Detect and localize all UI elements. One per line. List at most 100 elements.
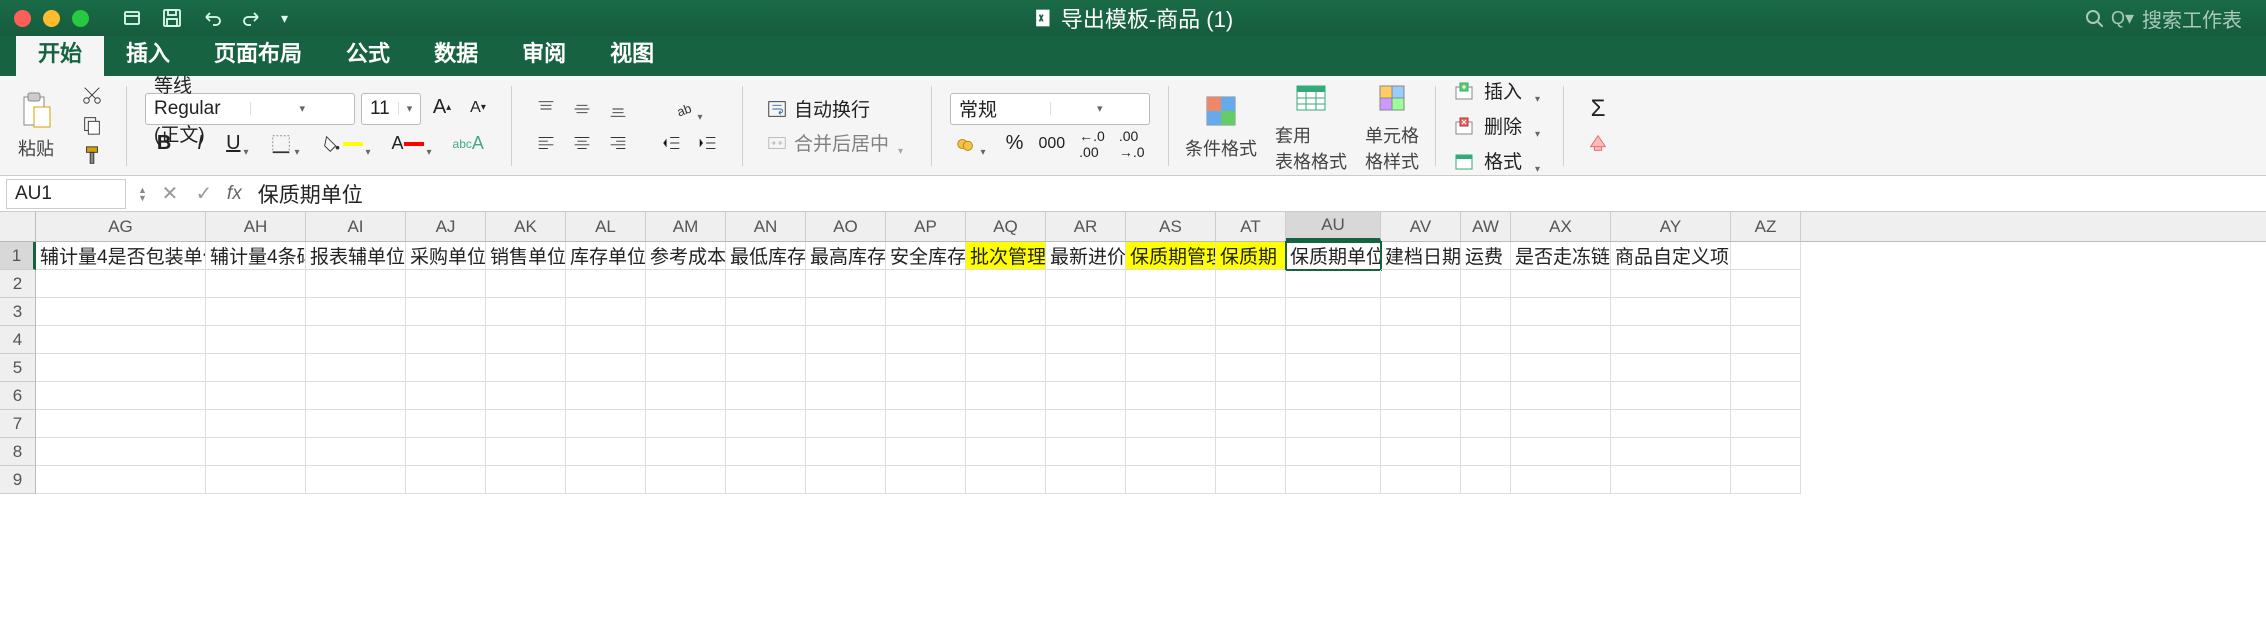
bold-button[interactable]: B xyxy=(149,129,179,159)
cell-AJ8[interactable] xyxy=(406,438,486,466)
underline-button[interactable]: U xyxy=(221,129,258,159)
font-name-combo[interactable]: 等线 Regular (正文)▾ xyxy=(145,93,355,125)
cell-AR2[interactable] xyxy=(1046,270,1126,298)
fill-color-button[interactable] xyxy=(316,129,381,159)
decrease-decimal-button[interactable]: .00→.0 xyxy=(1114,129,1150,159)
format-as-table-button[interactable]: 套用 表格格式 xyxy=(1269,74,1353,178)
cell-AM9[interactable] xyxy=(646,466,726,494)
cell-AM1[interactable]: 参考成本 xyxy=(646,242,726,270)
cell-AG7[interactable] xyxy=(36,410,206,438)
cell-AY9[interactable] xyxy=(1611,466,1731,494)
align-top-button[interactable] xyxy=(530,94,562,124)
cell-AR1[interactable]: 最新进价 xyxy=(1046,242,1126,270)
insert-cells-button[interactable]: 插入 xyxy=(1454,75,1545,106)
delete-cells-button[interactable]: 删除 xyxy=(1454,110,1545,141)
cell-AQ6[interactable] xyxy=(966,382,1046,410)
phonetic-button[interactable]: abcA xyxy=(448,129,489,159)
cell-AR5[interactable] xyxy=(1046,354,1126,382)
cell-AO4[interactable] xyxy=(806,326,886,354)
cell-AP5[interactable] xyxy=(886,354,966,382)
cell-AX2[interactable] xyxy=(1511,270,1611,298)
cell-AH7[interactable] xyxy=(206,410,306,438)
name-box-arrows[interactable]: ▲▼ xyxy=(132,186,153,202)
cell-AK8[interactable] xyxy=(486,438,566,466)
cancel-formula-button[interactable]: ✕ xyxy=(153,181,187,206)
cell-AM4[interactable] xyxy=(646,326,726,354)
percent-format-button[interactable]: % xyxy=(999,129,1029,159)
cell-AV3[interactable] xyxy=(1381,298,1461,326)
cell-AK3[interactable] xyxy=(486,298,566,326)
cell-AT1[interactable]: 保质期 xyxy=(1216,242,1286,270)
cell-AG9[interactable] xyxy=(36,466,206,494)
cell-AI6[interactable] xyxy=(306,382,406,410)
row-header-5[interactable]: 5 xyxy=(0,354,36,382)
cell-AH2[interactable] xyxy=(206,270,306,298)
cell-AN6[interactable] xyxy=(726,382,806,410)
name-box[interactable]: AU1 xyxy=(6,179,126,209)
col-header-AP[interactable]: AP xyxy=(886,212,966,241)
cell-AS6[interactable] xyxy=(1126,382,1216,410)
align-center-button[interactable] xyxy=(566,128,598,158)
cell-AO1[interactable]: 最高库存 xyxy=(806,242,886,270)
cell-AP1[interactable]: 安全库存 xyxy=(886,242,966,270)
cell-AP7[interactable] xyxy=(886,410,966,438)
cell-AY5[interactable] xyxy=(1611,354,1731,382)
col-header-AL[interactable]: AL xyxy=(566,212,646,241)
cell-AQ4[interactable] xyxy=(966,326,1046,354)
cell-AU7[interactable] xyxy=(1286,410,1381,438)
cell-AJ3[interactable] xyxy=(406,298,486,326)
row-header-2[interactable]: 2 xyxy=(0,270,36,298)
cell-AH6[interactable] xyxy=(206,382,306,410)
cell-AJ7[interactable] xyxy=(406,410,486,438)
decrease-indent-button[interactable] xyxy=(656,128,688,158)
row-header-8[interactable]: 8 xyxy=(0,438,36,466)
col-header-AX[interactable]: AX xyxy=(1511,212,1611,241)
cell-AI9[interactable] xyxy=(306,466,406,494)
cell-AY1[interactable]: 商品自定义项 xyxy=(1611,242,1731,270)
col-header-AO[interactable]: AO xyxy=(806,212,886,241)
cell-AM6[interactable] xyxy=(646,382,726,410)
cell-AJ6[interactable] xyxy=(406,382,486,410)
cell-AV1[interactable]: 建档日期 xyxy=(1381,242,1461,270)
cell-AT3[interactable] xyxy=(1216,298,1286,326)
cell-AR6[interactable] xyxy=(1046,382,1126,410)
cell-AS1[interactable]: 保质期管理 xyxy=(1126,242,1216,270)
cell-AK5[interactable] xyxy=(486,354,566,382)
cell-AI7[interactable] xyxy=(306,410,406,438)
cell-AU3[interactable] xyxy=(1286,298,1381,326)
col-header-AU[interactable]: AU xyxy=(1286,212,1381,241)
cell-AI2[interactable] xyxy=(306,270,406,298)
cell-AV5[interactable] xyxy=(1381,354,1461,382)
cell-AJ5[interactable] xyxy=(406,354,486,382)
accounting-format-button[interactable] xyxy=(950,129,995,159)
cell-AT7[interactable] xyxy=(1216,410,1286,438)
col-header-AQ[interactable]: AQ xyxy=(966,212,1046,241)
col-header-AZ[interactable]: AZ xyxy=(1731,212,1801,241)
cell-AR4[interactable] xyxy=(1046,326,1126,354)
formula-input[interactable]: 保质期单位 xyxy=(248,179,2266,209)
cell-AQ9[interactable] xyxy=(966,466,1046,494)
cell-AZ2[interactable] xyxy=(1731,270,1801,298)
cell-AL4[interactable] xyxy=(566,326,646,354)
cell-AJ2[interactable] xyxy=(406,270,486,298)
cell-AH1[interactable]: 辅计量4条码 xyxy=(206,242,306,270)
cell-AX8[interactable] xyxy=(1511,438,1611,466)
cell-AX4[interactable] xyxy=(1511,326,1611,354)
format-cells-button[interactable]: 格式 xyxy=(1454,145,1545,176)
cell-AM2[interactable] xyxy=(646,270,726,298)
cell-AV7[interactable] xyxy=(1381,410,1461,438)
number-format-combo[interactable]: 常规▾ xyxy=(950,93,1150,125)
cell-AN5[interactable] xyxy=(726,354,806,382)
cell-AL5[interactable] xyxy=(566,354,646,382)
italic-button[interactable]: I xyxy=(185,129,215,159)
col-header-AJ[interactable]: AJ xyxy=(406,212,486,241)
cell-AU6[interactable] xyxy=(1286,382,1381,410)
cell-AG5[interactable] xyxy=(36,354,206,382)
cell-AY7[interactable] xyxy=(1611,410,1731,438)
cell-AZ1[interactable] xyxy=(1731,242,1801,270)
cell-AY8[interactable] xyxy=(1611,438,1731,466)
cell-AV2[interactable] xyxy=(1381,270,1461,298)
cell-AO8[interactable] xyxy=(806,438,886,466)
align-left-button[interactable] xyxy=(530,128,562,158)
col-header-AH[interactable]: AH xyxy=(206,212,306,241)
